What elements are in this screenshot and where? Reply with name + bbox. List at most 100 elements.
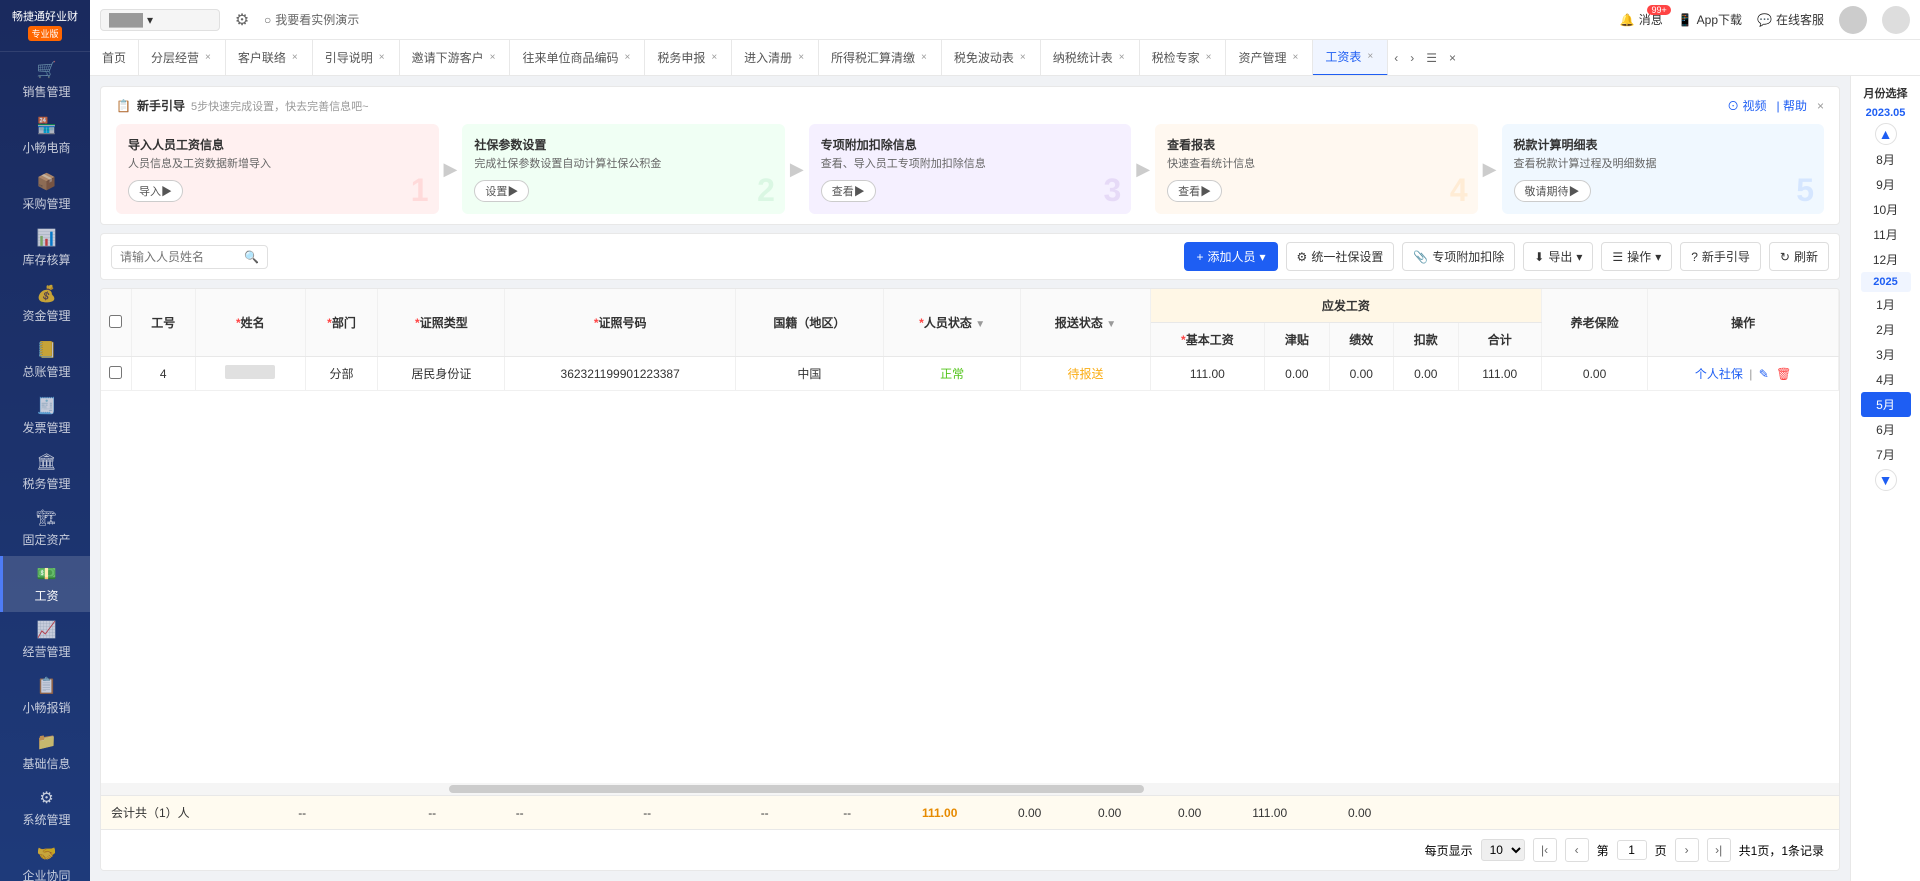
delete-icon[interactable]: 🗑	[1776, 367, 1791, 381]
sidebar-item-purchase[interactable]: 📦 采购管理	[0, 164, 90, 220]
tab-supplier-code[interactable]: 往来单位商品编码 ×	[510, 40, 645, 76]
tab-payroll[interactable]: 工资表 ×	[1313, 40, 1388, 76]
table-scroll[interactable]: 工号 *姓名 *部门 *证照类型 *证照号码 国籍（地区） *人员状态 ▼ 报送…	[101, 289, 1839, 783]
sidebar-item-report[interactable]: 📋 小畅报销	[0, 668, 90, 724]
tab-home[interactable]: 首页	[90, 40, 139, 76]
scrollbar-thumb[interactable]	[449, 785, 1144, 793]
month-3[interactable]: 3月	[1861, 342, 1911, 367]
edit-icon[interactable]: ✎	[1759, 367, 1769, 381]
company-selector[interactable]: ████ ▾	[100, 9, 220, 31]
sidebar-item-system[interactable]: ⚙ 系统管理	[0, 780, 90, 836]
unified-setting-button[interactable]: ⚙ 统一社保设置	[1286, 242, 1395, 271]
tab-asset-mgmt[interactable]: 资产管理 ×	[1226, 40, 1313, 76]
tab-close-icon[interactable]: ×	[203, 50, 213, 65]
tab-next-button[interactable]: ›	[1404, 40, 1420, 76]
sidebar-item-operations[interactable]: 📈 经营管理	[0, 612, 90, 668]
online-service-button[interactable]: 💬 在线客服	[1757, 11, 1824, 28]
month-11[interactable]: 11月	[1861, 222, 1911, 247]
guide-close-icon[interactable]: ×	[1817, 99, 1824, 113]
app-download-button[interactable]: 📱 App下载	[1678, 11, 1742, 28]
prev-page-button[interactable]: ‹	[1565, 838, 1589, 862]
tab-close-icon[interactable]: ×	[1204, 50, 1214, 65]
guide-button[interactable]: ? 新手引导	[1680, 242, 1761, 271]
month-8[interactable]: 8月	[1861, 147, 1911, 172]
tab-close-icon[interactable]: ×	[488, 50, 498, 65]
sidebar-item-fixed-assets[interactable]: 🏗 固定资产	[0, 500, 90, 556]
month-12[interactable]: 12月	[1861, 247, 1911, 272]
month-10[interactable]: 10月	[1861, 197, 1911, 222]
tab-close-icon[interactable]: ×	[919, 50, 929, 65]
search-icon[interactable]: 🔍	[244, 250, 259, 264]
select-all-checkbox[interactable]	[109, 315, 122, 328]
gear-button[interactable]: ⚙	[228, 6, 256, 34]
horizontal-scrollbar[interactable]	[101, 783, 1839, 795]
step-setting-button[interactable]: 设置▶	[474, 180, 529, 202]
step-coming-button[interactable]: 敬请期待▶	[1514, 180, 1591, 202]
tab-customer[interactable]: 客户联络 ×	[226, 40, 313, 76]
per-page-select[interactable]: 10 20 50	[1481, 839, 1525, 861]
month-1[interactable]: 1月	[1861, 292, 1911, 317]
last-page-button[interactable]: ›|	[1707, 838, 1731, 862]
personal-social-insurance-link[interactable]: 个人社保	[1695, 367, 1743, 381]
sidebar-item-basic[interactable]: 📁 基础信息	[0, 724, 90, 780]
tab-tax-calc[interactable]: 所得税汇算清缴 ×	[819, 40, 942, 76]
page-input[interactable]	[1617, 840, 1647, 860]
sidebar-item-inventory[interactable]: 📊 库存核算	[0, 220, 90, 276]
sidebar-item-ecommerce[interactable]: 🏪 小畅电商	[0, 108, 90, 164]
tab-menu-button[interactable]: ☰	[1420, 40, 1443, 76]
help-link[interactable]: | 帮助	[1777, 97, 1807, 114]
step-view-button-3[interactable]: 查看▶	[821, 180, 876, 202]
tab-prev-button[interactable]: ‹	[1388, 40, 1404, 76]
month-5[interactable]: 5月	[1861, 392, 1911, 417]
video-link[interactable]: ⊙ 视频	[1727, 97, 1766, 114]
user-avatar-2[interactable]	[1882, 6, 1910, 34]
tab-close-icon[interactable]: ×	[1117, 50, 1127, 65]
tab-tax-stat[interactable]: 纳税统计表 ×	[1041, 40, 1140, 76]
tab-close-icon[interactable]: ×	[622, 50, 632, 65]
tab-tax-expert[interactable]: 税检专家 ×	[1140, 40, 1227, 76]
tab-close-icon[interactable]: ×	[796, 50, 806, 65]
month-7[interactable]: 7月	[1861, 442, 1911, 467]
tab-points[interactable]: 分层经营 ×	[139, 40, 226, 76]
step-view-button-4[interactable]: 查看▶	[1167, 180, 1222, 202]
month-down-button[interactable]: ▼	[1875, 469, 1897, 491]
sidebar-item-invoice[interactable]: 🧾 发票管理	[0, 388, 90, 444]
tab-close-icon[interactable]: ×	[290, 50, 300, 65]
sidebar-item-ledger[interactable]: 📒 总账管理	[0, 332, 90, 388]
step-import-button[interactable]: 导入▶	[128, 180, 183, 202]
month-4[interactable]: 4月	[1861, 367, 1911, 392]
tab-tax-exempt[interactable]: 税免波动表 ×	[942, 40, 1041, 76]
tab-close-icon[interactable]: ×	[1365, 49, 1375, 64]
sidebar-item-cooperation[interactable]: 🤝 企业协同	[0, 836, 90, 881]
add-person-button[interactable]: + 添加人员 ▾	[1184, 242, 1277, 271]
month-up-button[interactable]: ▲	[1875, 123, 1897, 145]
operation-button[interactable]: ☰ 操作 ▾	[1601, 242, 1672, 271]
special-deduction-button[interactable]: 📎 专项附加扣除	[1402, 242, 1515, 271]
tab-close-all-button[interactable]: ×	[1443, 40, 1462, 76]
tab-guide-tab[interactable]: 引导说明 ×	[313, 40, 400, 76]
month-6[interactable]: 6月	[1861, 417, 1911, 442]
sidebar-item-tax[interactable]: 🏛 税务管理	[0, 444, 90, 500]
refresh-button[interactable]: ↻ 刷新	[1769, 242, 1829, 271]
guide-actions: ⊙ 视频 | 帮助 ×	[1727, 97, 1824, 114]
month-2[interactable]: 2月	[1861, 317, 1911, 342]
tab-close-icon[interactable]: ×	[1018, 50, 1028, 65]
tab-clearance[interactable]: 进入清册 ×	[732, 40, 819, 76]
tab-tax-return[interactable]: 税务申报 ×	[645, 40, 732, 76]
tab-close-icon[interactable]: ×	[377, 50, 387, 65]
tab-close-icon[interactable]: ×	[1290, 50, 1300, 65]
search-input[interactable]	[120, 250, 240, 264]
demo-button[interactable]: ○ 我要看实例演示	[264, 11, 359, 28]
tab-invite[interactable]: 邀请下游客户 ×	[400, 40, 511, 76]
sidebar-item-payroll[interactable]: 💵 工资	[0, 556, 90, 612]
first-page-button[interactable]: |‹	[1533, 838, 1557, 862]
tab-close-icon[interactable]: ×	[709, 50, 719, 65]
month-9[interactable]: 9月	[1861, 172, 1911, 197]
user-avatar[interactable]	[1839, 6, 1867, 34]
next-page-button[interactable]: ›	[1675, 838, 1699, 862]
notifications-button[interactable]: 🔔 消息 99+	[1620, 11, 1663, 28]
sidebar-item-finance[interactable]: 💰 资金管理	[0, 276, 90, 332]
sidebar-item-sales[interactable]: 🛒 销售管理	[0, 52, 90, 108]
export-button[interactable]: ⬇ 导出 ▾	[1523, 242, 1593, 271]
row-checkbox[interactable]	[109, 366, 122, 379]
